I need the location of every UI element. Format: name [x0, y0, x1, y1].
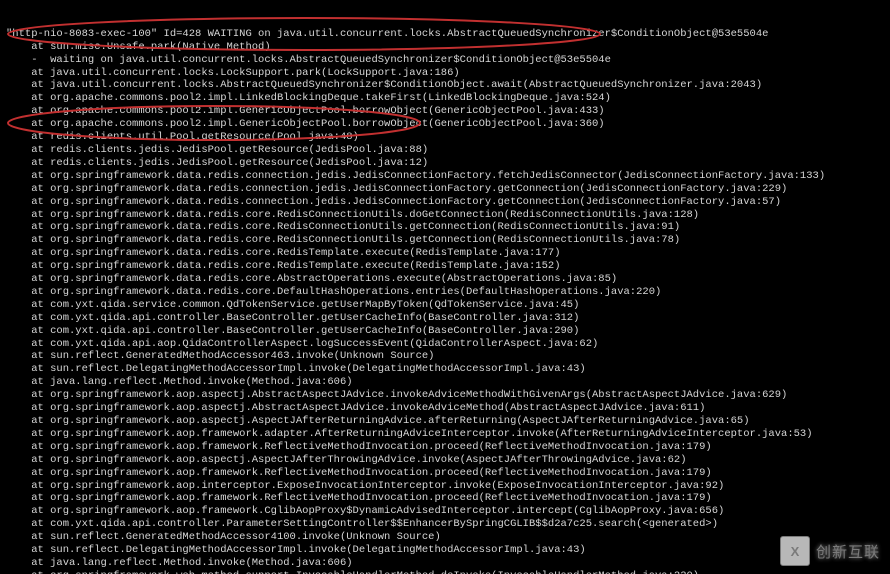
- stack-line: at org.springframework.aop.aspectj.Aspec…: [6, 454, 884, 467]
- stack-line: at org.springframework.data.redis.connec…: [6, 183, 884, 196]
- stack-line: at org.apache.commons.pool2.impl.LinkedB…: [6, 92, 884, 105]
- stack-line: at com.yxt.qida.api.controller.Parameter…: [6, 518, 884, 531]
- stack-line: at org.springframework.aop.framework.Ref…: [6, 441, 884, 454]
- stack-line: at org.springframework.data.redis.connec…: [6, 196, 884, 209]
- stack-line: at java.util.concurrent.locks.AbstractQu…: [6, 79, 884, 92]
- stack-line: at com.yxt.qida.api.aop.QidaControllerAs…: [6, 338, 884, 351]
- stack-line: at org.springframework.aop.interceptor.E…: [6, 480, 884, 493]
- watermark-text: 创新互联: [816, 541, 880, 562]
- stack-line: at redis.clients.jedis.JedisPool.getReso…: [6, 144, 884, 157]
- stack-line: at sun.reflect.GeneratedMethodAccessor41…: [6, 531, 884, 544]
- stack-line: at java.lang.reflect.Method.invoke(Metho…: [6, 376, 884, 389]
- stack-line: at org.springframework.aop.aspectj.Aspec…: [6, 415, 884, 428]
- stack-line: at org.springframework.data.redis.core.A…: [6, 273, 884, 286]
- stack-line: at org.springframework.aop.framework.Ref…: [6, 467, 884, 480]
- stack-line: at org.springframework.aop.framework.ada…: [6, 428, 884, 441]
- stack-line: at java.util.concurrent.locks.LockSuppor…: [6, 67, 884, 80]
- stack-line: at org.springframework.data.redis.core.R…: [6, 234, 884, 247]
- stack-line: at sun.reflect.DelegatingMethodAccessorI…: [6, 544, 884, 557]
- stack-line: at redis.clients.jedis.JedisPool.getReso…: [6, 157, 884, 170]
- stack-line: at org.apache.commons.pool2.impl.Generic…: [6, 105, 884, 118]
- watermark-logo-letter: X: [791, 544, 800, 559]
- stack-line: at java.lang.reflect.Method.invoke(Metho…: [6, 557, 884, 570]
- stack-line: at sun.misc.Unsafe.park(Native Method): [6, 41, 884, 54]
- stack-line: at sun.reflect.DelegatingMethodAccessorI…: [6, 363, 884, 376]
- terminal-output[interactable]: "http-nio-8083-exec-100" Id=428 WAITING …: [0, 0, 890, 574]
- stack-line: at org.springframework.data.redis.core.R…: [6, 260, 884, 273]
- stack-line: at org.springframework.aop.framework.Cgl…: [6, 505, 884, 518]
- stack-line: at org.springframework.web.method.suppor…: [6, 570, 884, 574]
- stack-line: - waiting on java.util.concurrent.locks.…: [6, 54, 884, 67]
- watermark-logo-icon: X: [780, 536, 810, 566]
- stack-line: at sun.reflect.GeneratedMethodAccessor46…: [6, 350, 884, 363]
- stack-line: at com.yxt.qida.api.controller.BaseContr…: [6, 312, 884, 325]
- stack-line: at com.yxt.qida.api.controller.BaseContr…: [6, 325, 884, 338]
- stack-line: at com.yxt.qida.service.common.QdTokenSe…: [6, 299, 884, 312]
- stack-line: at org.apache.commons.pool2.impl.Generic…: [6, 118, 884, 131]
- stack-line: at org.springframework.data.redis.core.D…: [6, 286, 884, 299]
- thread-header: "http-nio-8083-exec-100" Id=428 WAITING …: [6, 28, 884, 41]
- stack-line: at org.springframework.data.redis.core.R…: [6, 247, 884, 260]
- stack-line: at org.springframework.aop.aspectj.Abstr…: [6, 389, 884, 402]
- stack-line: at org.springframework.data.redis.connec…: [6, 170, 884, 183]
- stack-line: at org.springframework.aop.aspectj.Abstr…: [6, 402, 884, 415]
- stack-line: at redis.clients.util.Pool.getResource(P…: [6, 131, 884, 144]
- watermark: X 创新互联: [780, 536, 880, 566]
- stack-line: at org.springframework.data.redis.core.R…: [6, 209, 884, 222]
- stack-line: at org.springframework.aop.framework.Ref…: [6, 492, 884, 505]
- stack-line: at org.springframework.data.redis.core.R…: [6, 221, 884, 234]
